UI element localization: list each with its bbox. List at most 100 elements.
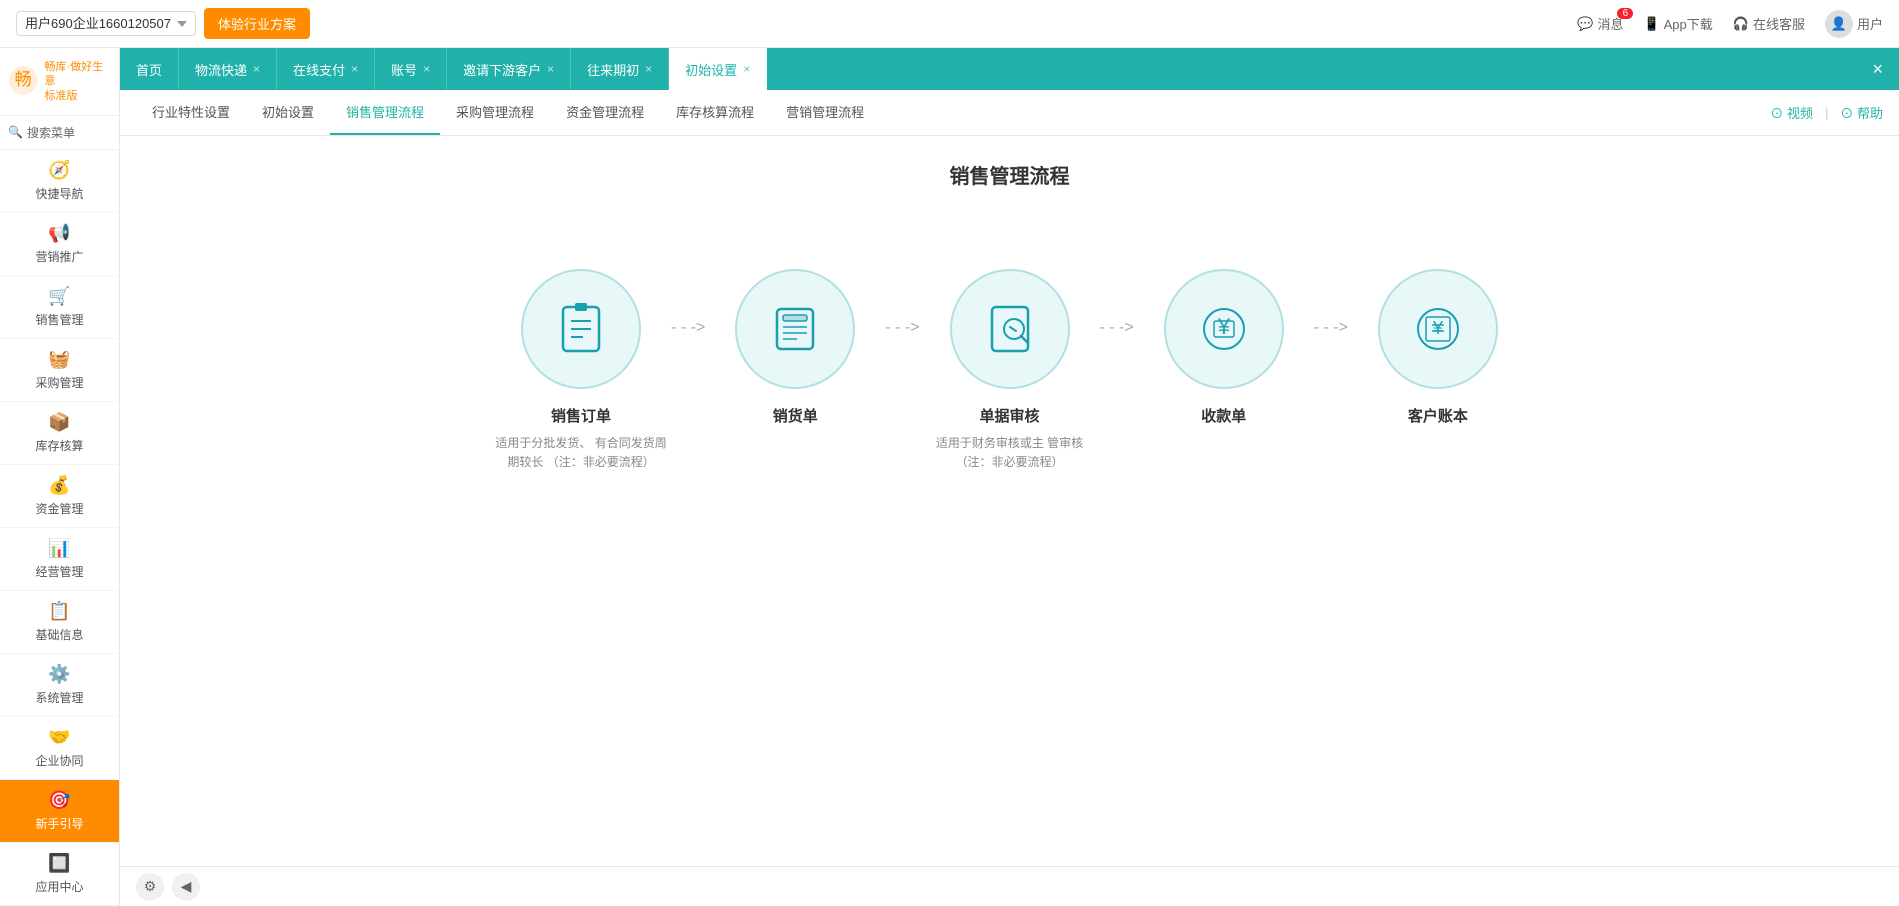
message-badge: 6: [1617, 8, 1633, 19]
sidebar-icon-0: 🧭: [48, 160, 70, 181]
flow-step-title-sales-invoice: 销货单: [773, 405, 818, 426]
sidebar-label-10: 新手引导: [35, 815, 83, 832]
sidebar-item-经营管理[interactable]: 📊经营管理: [0, 528, 119, 591]
sub-tab-4[interactable]: 资金管理流程: [550, 90, 660, 135]
sidebar-item-销售管理[interactable]: 🛒销售管理: [0, 276, 119, 339]
sidebar-label-6: 经营管理: [35, 563, 83, 580]
svg-text:¥: ¥: [1432, 318, 1444, 338]
sidebar-icon-4: 📦: [48, 412, 70, 433]
sub-tab-2[interactable]: 销售管理流程: [330, 90, 440, 135]
video-link[interactable]: ⊙ 视频: [1770, 103, 1813, 122]
header-right: 💬 消息 6 📱 App下载 🎧 在线客服 👤 用户: [1577, 10, 1883, 38]
sidebar-label-3: 采购管理: [35, 374, 83, 391]
sidebar-logo: 畅 畅库·做好生意标准版: [0, 48, 119, 116]
flow-circle-customer-account[interactable]: ¥: [1378, 269, 1498, 389]
flow-arrow-0: - - ->: [671, 269, 705, 337]
sidebar-label-11: 应用中心: [35, 878, 83, 895]
sidebar: 畅 畅库·做好生意标准版 🔍 搜索菜单 🧭 快捷导航 📢营销推广🛒销售管理 🧺 采购管理…: [0, 48, 120, 906]
user-select[interactable]: 用户690企业1660120507: [16, 11, 196, 36]
flow-step-sales-invoice: 销货单: [705, 269, 885, 434]
nav-tab-2[interactable]: 在线支付 ×: [277, 48, 375, 90]
sidebar-icon-10: 🎯: [48, 790, 70, 811]
sidebar-item-采购管理[interactable]: 🧺 采购管理: [0, 339, 119, 402]
sub-tab-3[interactable]: 采购管理流程: [440, 90, 550, 135]
user-profile-item[interactable]: 👤 用户: [1825, 10, 1883, 38]
sidebar-label-9: 企业协同: [35, 752, 83, 769]
nav-tab-3[interactable]: 账号×: [375, 48, 447, 90]
flow-arrow-3: - - ->: [1314, 269, 1348, 337]
nav-tab-close-3[interactable]: ×: [423, 62, 430, 76]
sidebar-icon-11: 🔲: [48, 853, 70, 874]
sidebar-item-系统管理[interactable]: ⚙️系统管理: [0, 654, 119, 717]
nav-tab-close-2[interactable]: ×: [351, 62, 358, 76]
sidebar-label-1: 营销推广: [35, 248, 83, 265]
app-download-item[interactable]: 📱 App下载: [1643, 14, 1712, 33]
sidebar-item-库存核算[interactable]: 📦 库存核算: [0, 402, 119, 465]
nav-tab-close-5[interactable]: ×: [645, 62, 652, 76]
collapse-button[interactable]: ◀: [172, 873, 200, 901]
sidebar-item-企业协同[interactable]: 🤝 企业协同: [0, 717, 119, 780]
flow-step-desc-doc-review: 适用于财务审核或主 管审核 （注：非必要流程）: [920, 434, 1100, 472]
sidebar-item-营销推广[interactable]: 📢营销推广: [0, 213, 119, 276]
sub-tab-0[interactable]: 行业特性设置: [136, 90, 246, 135]
sidebar-item-快捷导航[interactable]: 🧭 快捷导航: [0, 150, 119, 213]
main-layout: 畅 畅库·做好生意标准版 🔍 搜索菜单 🧭 快捷导航 📢营销推广🛒销售管理 🧺 采购管理…: [0, 48, 1899, 906]
page-content: 销售管理流程 销售订单适用于分批发货、 有合同发货周期较长 （注：非必要流程） -…: [120, 136, 1899, 866]
online-service-item[interactable]: 🎧 在线客服: [1733, 14, 1805, 33]
flow-step-customer-account: ¥ 客户账本: [1348, 269, 1528, 434]
flow-step-title-doc-review: 单据审核: [979, 405, 1039, 426]
flow-step-desc-sales-order: 适用于分批发货、 有合同发货周期较长 （注：非必要流程）: [491, 434, 671, 472]
flow-circle-sales-order[interactable]: [521, 269, 641, 389]
nav-tab-4[interactable]: 邀请下游客户 ×: [447, 48, 571, 90]
sidebar-label-4: 库存核算: [35, 437, 83, 454]
nav-tab-close-4[interactable]: ×: [547, 62, 554, 76]
nav-tab-label-4: 邀请下游客户: [463, 60, 541, 79]
flow-diagram: 销售订单适用于分批发货、 有合同发货周期较长 （注：非必要流程） - - -> 销…: [160, 249, 1859, 492]
message-icon: 💬: [1577, 16, 1593, 32]
nav-tab-1[interactable]: 物流快递 ×: [179, 48, 277, 90]
app-download-label: App下载: [1664, 14, 1713, 33]
nav-tab-close-6[interactable]: ×: [743, 62, 750, 76]
headset-icon: 🎧: [1733, 16, 1749, 32]
flow-circle-sales-invoice[interactable]: [735, 269, 855, 389]
sidebar-item-资金管理[interactable]: 💰资金管理: [0, 465, 119, 528]
experience-button[interactable]: 体验行业方案: [204, 8, 310, 39]
search-icon: 🔍: [8, 125, 23, 139]
sub-tab-1[interactable]: 初始设置: [246, 90, 330, 135]
sub-tabs-right: ⊙ 视频 | ⊙ 帮助: [1770, 103, 1883, 122]
sidebar-search[interactable]: 🔍 搜索菜单: [0, 116, 119, 150]
nav-tab-5[interactable]: 往来期初×: [571, 48, 669, 90]
flow-arrow-2: - - ->: [1100, 269, 1134, 337]
flow-arrow-1: - - ->: [885, 269, 919, 337]
nav-tab-label-0: 首页: [136, 60, 162, 79]
flow-step-title-sales-order: 销售订单: [551, 405, 611, 426]
sub-tab-5[interactable]: 库存核算流程: [660, 90, 770, 135]
sidebar-icon-3: 🧺: [48, 349, 70, 370]
flow-circle-doc-review[interactable]: [950, 269, 1070, 389]
nav-tab-6[interactable]: 初始设置×: [669, 48, 767, 90]
sidebar-icon-7: 📋: [48, 601, 70, 622]
help-link[interactable]: ⊙ 帮助: [1840, 103, 1883, 122]
message-icon-item[interactable]: 💬 消息 6: [1577, 14, 1623, 33]
flow-circle-receipt[interactable]: ¥: [1164, 269, 1284, 389]
nav-close-button[interactable]: ×: [1856, 59, 1899, 80]
sidebar-items-container: 🧭 快捷导航 📢营销推广🛒销售管理 🧺 采购管理 📦 库存核算 💰资金管理📊经营管理📋基础信息…: [0, 150, 119, 906]
nav-tab-label-2: 在线支付: [293, 60, 345, 79]
sidebar-label-2: 销售管理: [35, 311, 83, 328]
sidebar-item-应用中心[interactable]: 🔲 应用中心: [0, 843, 119, 906]
right-side: 首页物流快递×在线支付×账号×邀请下游客户×往来期初×初始设置×× 行业特性设置…: [120, 48, 1899, 906]
sub-tab-6[interactable]: 营销管理流程: [770, 90, 880, 135]
sidebar-item-基础信息[interactable]: 📋基础信息: [0, 591, 119, 654]
sidebar-item-新手引导[interactable]: 🎯 新手引导: [0, 780, 119, 843]
flow-step-doc-review: 单据审核适用于财务审核或主 管审核 （注：非必要流程）: [920, 269, 1100, 472]
sidebar-label-0: 快捷导航: [35, 185, 83, 202]
page-title: 销售管理流程: [160, 160, 1859, 189]
nav-tab-close-1[interactable]: ×: [253, 62, 260, 76]
logo-icon: 畅: [8, 65, 39, 97]
settings-button[interactable]: ⚙: [136, 873, 164, 901]
nav-tab-label-1: 物流快递: [195, 60, 247, 79]
top-header: 用户690企业1660120507 体验行业方案 💬 消息 6 📱 App下载 …: [0, 0, 1899, 48]
nav-tab-0[interactable]: 首页: [120, 48, 179, 90]
sub-tabs-left: 行业特性设置初始设置销售管理流程采购管理流程资金管理流程库存核算流程营销管理流程: [136, 90, 880, 135]
sidebar-icon-9: 🤝: [48, 727, 70, 748]
